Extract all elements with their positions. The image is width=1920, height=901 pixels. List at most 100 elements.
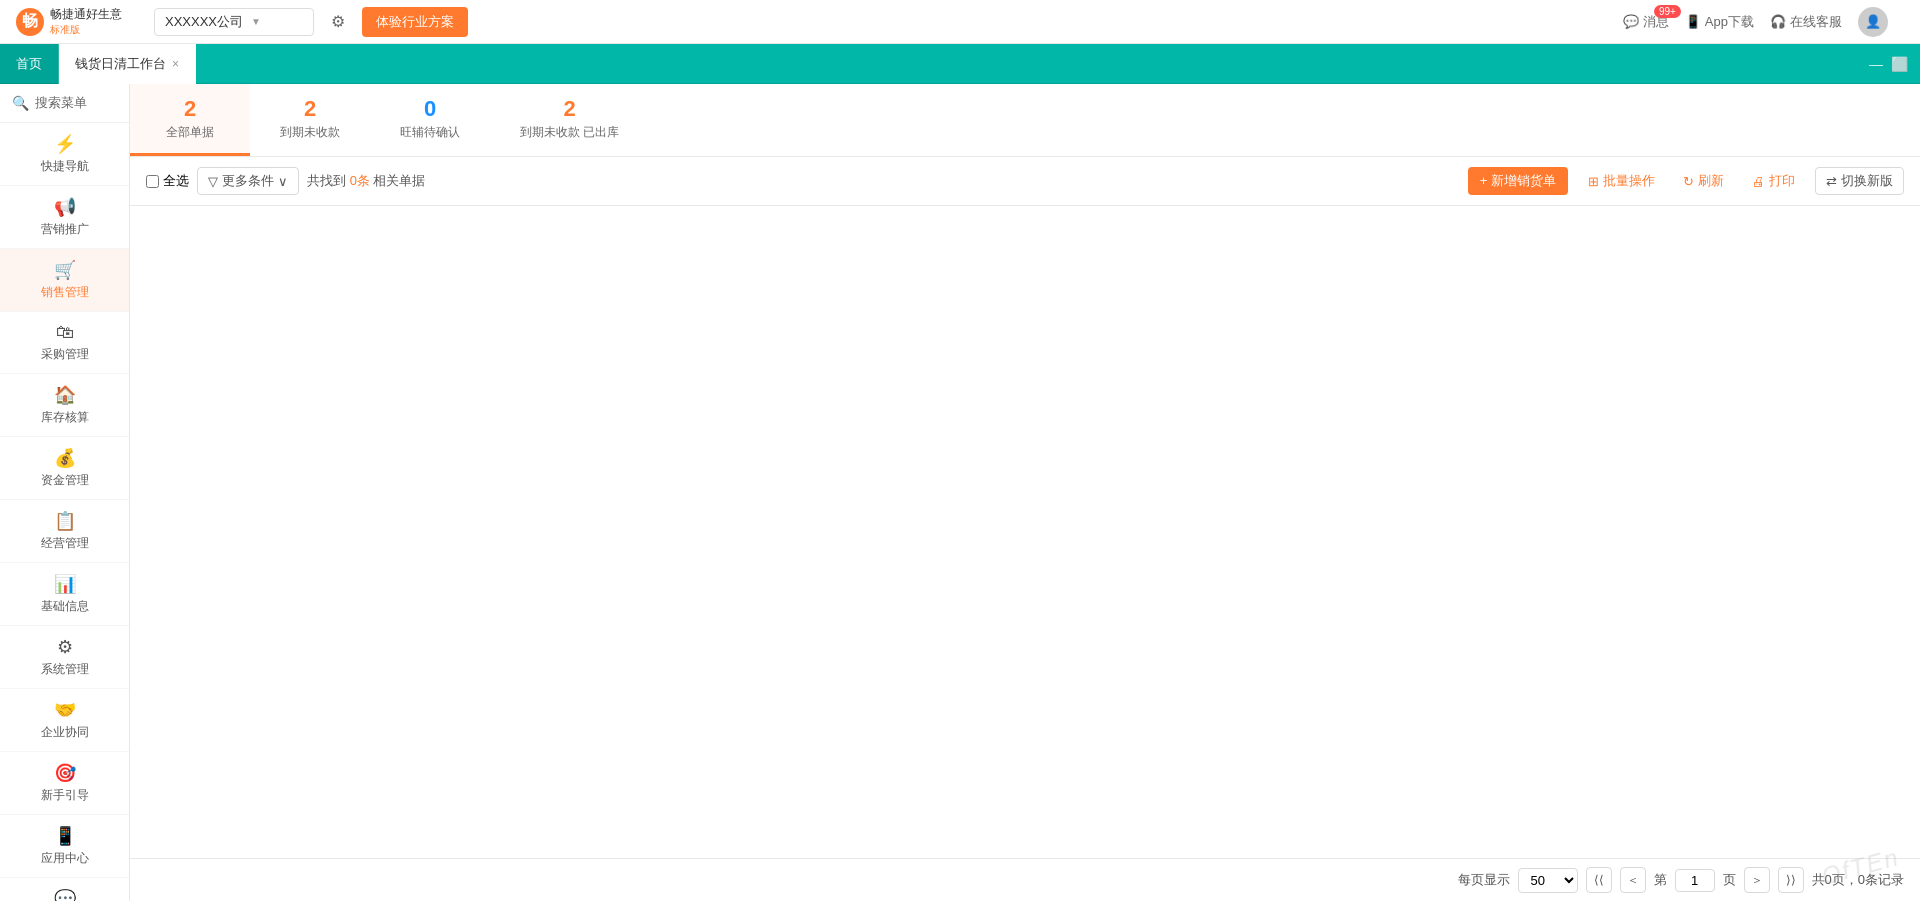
online-service-icon: 🎧: [1770, 14, 1786, 29]
found-text: 共找到 0条 相关单据: [307, 172, 425, 190]
sidebar-item-label: 基础信息: [41, 598, 89, 615]
batch-icon: ⊞: [1588, 174, 1599, 189]
stat-num-overdue: 2: [304, 96, 316, 122]
message-item[interactable]: 💬 消息 99+: [1623, 13, 1669, 31]
sidebar-item-marketing[interactable]: 📢 营销推广: [0, 186, 129, 249]
refresh-label: 刷新: [1698, 172, 1724, 190]
select-all-input[interactable]: [146, 175, 159, 188]
sidebar-item-label: 经营管理: [41, 535, 89, 552]
sidebar-item-basic-info[interactable]: 📊 基础信息: [0, 563, 129, 626]
stat-tab-wangwang[interactable]: 0 旺辅待确认: [370, 84, 490, 156]
logo-text: 畅捷通好生意 标准版: [50, 7, 122, 36]
switch-version-button[interactable]: ⇄ 切换新版: [1815, 167, 1904, 195]
sidebar-item-sales[interactable]: 🛒 销售管理: [0, 249, 129, 312]
sidebar-search[interactable]: 🔍 搜索菜单: [0, 84, 129, 123]
refresh-icon: ↻: [1683, 174, 1694, 189]
tab-active-label: 钱货日清工作台: [75, 55, 166, 73]
page-prev-button[interactable]: ＜: [1620, 867, 1646, 893]
sidebar-item-label: 营销推广: [41, 221, 89, 238]
stat-tab-overdue[interactable]: 2 到期未收款: [250, 84, 370, 156]
wechat-icon: 💬: [54, 888, 76, 901]
message-icon: 💬: [1623, 14, 1639, 29]
print-label: 打印: [1769, 172, 1795, 190]
filter-label: 更多条件: [222, 172, 274, 190]
settings-icon-btn[interactable]: ⚙: [322, 6, 354, 38]
sidebar-item-label: 销售管理: [41, 284, 89, 301]
logo-area: 畅 畅捷通好生意 标准版: [16, 7, 146, 36]
filter-dropdown-icon: ∨: [278, 174, 288, 189]
select-all-checkbox[interactable]: 全选: [146, 172, 189, 190]
marketing-icon: 📢: [54, 196, 76, 218]
sidebar-item-label: 快捷导航: [41, 158, 89, 175]
experience-button[interactable]: 体验行业方案: [362, 7, 468, 37]
batch-operation-button[interactable]: ⊞ 批量操作: [1580, 168, 1663, 194]
switch-icon: ⇄: [1826, 174, 1837, 189]
per-page-label: 每页显示: [1458, 871, 1510, 889]
empty-state: [130, 206, 1920, 606]
page-next-button[interactable]: ＞: [1744, 867, 1770, 893]
per-page-select[interactable]: 50 20 100: [1518, 868, 1578, 893]
finance-icon: 💰: [54, 447, 76, 469]
sidebar-item-system[interactable]: ⚙ 系统管理: [0, 626, 129, 689]
header-right: 💬 消息 99+ 📱 App下载 🎧 在线客服 👤: [1623, 7, 1904, 37]
logo-title: 畅捷通好生意: [50, 7, 122, 23]
refresh-button[interactable]: ↻ 刷新: [1675, 168, 1732, 194]
select-all-label: 全选: [163, 172, 189, 190]
main-layout: 🔍 搜索菜单 ⚡ 快捷导航 📢 营销推广 🛒 销售管理 🛍 采购管理 🏠 库存核…: [0, 84, 1920, 901]
app-center-icon: 📱: [54, 825, 76, 847]
tab-bar: 首页 钱货日清工作台 × — ⬜: [0, 44, 1920, 84]
page-label: 第: [1654, 871, 1667, 889]
stats-tabs: 2 全部单据 2 到期未收款 0 旺辅待确认 2 到期未收款 已出库: [130, 84, 1920, 157]
sales-icon: 🛒: [54, 259, 76, 281]
logo-subtitle: 标准版: [50, 23, 122, 36]
add-sales-order-button[interactable]: + 新增销货单: [1468, 167, 1568, 195]
sidebar-item-wechat[interactable]: 💬 企业微信: [0, 878, 129, 901]
operations-icon: 📋: [54, 510, 76, 532]
page-suffix: 页: [1723, 871, 1736, 889]
system-icon: ⚙: [57, 636, 73, 658]
print-icon: 🖨: [1752, 174, 1765, 189]
sidebar-item-inventory[interactable]: 🏠 库存核算: [0, 374, 129, 437]
stat-num-overdue-shipped: 2: [564, 96, 576, 122]
tab-home[interactable]: 首页: [0, 44, 59, 84]
sidebar-item-finance[interactable]: 💰 资金管理: [0, 437, 129, 500]
print-button[interactable]: 🖨 打印: [1744, 168, 1803, 194]
sidebar-item-operations[interactable]: 📋 经营管理: [0, 500, 129, 563]
sidebar-item-label: 采购管理: [41, 346, 89, 363]
sidebar-item-label: 应用中心: [41, 850, 89, 867]
page-first-button[interactable]: ⟨⟨: [1586, 867, 1612, 893]
sidebar-item-guide[interactable]: 🎯 新手引导: [0, 752, 129, 815]
message-badge: 99+: [1654, 5, 1681, 18]
tab-active[interactable]: 钱货日清工作台 ×: [59, 44, 196, 84]
found-suffix: 相关单据: [373, 173, 425, 188]
online-service-label: 在线客服: [1790, 13, 1842, 31]
online-service-item[interactable]: 🎧 在线客服: [1770, 13, 1842, 31]
company-dropdown-arrow: ▼: [251, 16, 261, 27]
company-selector[interactable]: XXXXXX公司 ▼: [154, 8, 314, 36]
page-number-input[interactable]: [1675, 869, 1715, 892]
stat-tab-overdue-shipped[interactable]: 2 到期未收款 已出库: [490, 84, 649, 156]
filter-icon: ▽: [208, 174, 218, 189]
tab-close-icon[interactable]: ×: [172, 57, 179, 71]
stat-tab-all[interactable]: 2 全部单据: [130, 84, 250, 156]
guide-icon: 🎯: [54, 762, 76, 784]
window-minimize-icon[interactable]: —: [1869, 56, 1883, 72]
filter-button[interactable]: ▽ 更多条件 ∨: [197, 167, 299, 195]
enterprise-icon: 🤝: [54, 699, 76, 721]
sidebar-item-quick-nav[interactable]: ⚡ 快捷导航: [0, 123, 129, 186]
app-download-item[interactable]: 📱 App下载: [1685, 13, 1754, 31]
stat-label-overdue: 到期未收款: [280, 124, 340, 141]
sidebar-item-enterprise[interactable]: 🤝 企业协同: [0, 689, 129, 752]
app-download-icon: 📱: [1685, 14, 1701, 29]
found-count: 0条: [350, 173, 370, 188]
top-header: 畅 畅捷通好生意 标准版 XXXXXX公司 ▼ ⚙ 体验行业方案 💬 消息 99…: [0, 0, 1920, 44]
switch-label: 切换新版: [1841, 172, 1893, 190]
page-last-button[interactable]: ⟩⟩: [1778, 867, 1804, 893]
sidebar-item-app-center[interactable]: 📱 应用中心: [0, 815, 129, 878]
window-maximize-icon[interactable]: ⬜: [1891, 56, 1908, 72]
avatar[interactable]: 👤: [1858, 7, 1888, 37]
app-download-label: App下载: [1705, 13, 1754, 31]
sidebar-item-purchase[interactable]: 🛍 采购管理: [0, 312, 129, 374]
sidebar-search-label: 搜索菜单: [35, 94, 87, 112]
batch-label: 批量操作: [1603, 172, 1655, 190]
